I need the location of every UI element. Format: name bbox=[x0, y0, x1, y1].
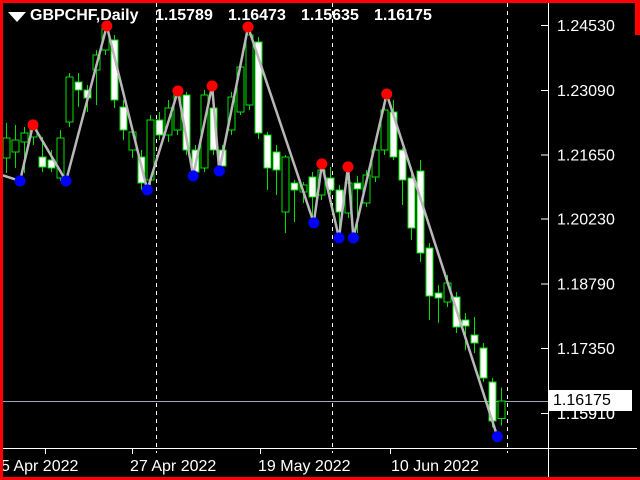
swing-low-dot bbox=[141, 184, 153, 196]
bull-candle-body bbox=[497, 400, 506, 419]
bear-candle-body bbox=[308, 176, 317, 198]
swing-low-dot bbox=[187, 170, 199, 182]
chart-window: 1.24530 1.23090 1.21650 1.20230 1.18790 1.173… bbox=[0, 0, 640, 480]
y-tick-label: 1.24530 bbox=[557, 18, 615, 35]
bear-candle-body bbox=[263, 134, 272, 169]
bear-candle-body bbox=[272, 151, 281, 171]
bull-candle-body bbox=[65, 76, 74, 123]
x-tick-label: 19 May 2022 bbox=[258, 458, 351, 475]
price-chart-canvas[interactable]: 1.24530 1.23090 1.21650 1.20230 1.18790 1.173… bbox=[0, 0, 640, 480]
bear-candle-body bbox=[461, 319, 470, 327]
border-right-top bbox=[635, 0, 640, 35]
swing-high-dot bbox=[172, 85, 184, 97]
ohlc-open-value: 1.15789 bbox=[155, 7, 213, 24]
y-tick-label: 1.20230 bbox=[557, 212, 615, 229]
bear-candle-body bbox=[416, 170, 425, 254]
y-axis-labels: 1.24530 1.23090 1.21650 1.20230 1.18790 1.173… bbox=[541, 18, 615, 423]
bear-candle-body bbox=[74, 81, 83, 91]
swing-high-dot bbox=[316, 158, 328, 170]
bear-candle-body bbox=[479, 347, 488, 379]
bear-candle-body bbox=[470, 334, 479, 344]
y-tick-label: 1.21650 bbox=[557, 148, 615, 165]
swing-low-dot bbox=[60, 175, 72, 187]
x-tick-label: 10 Jun 2022 bbox=[391, 458, 479, 475]
x-tick-label: 27 Apr 2022 bbox=[130, 458, 216, 475]
bull-candle-body bbox=[281, 156, 290, 213]
swing-high-dot bbox=[27, 119, 39, 131]
border-top bbox=[0, 0, 640, 3]
y-tick-label: 1.23090 bbox=[557, 83, 615, 100]
bull-candle-body bbox=[20, 132, 29, 143]
bull-candle-body bbox=[245, 34, 254, 106]
symbol-timeframe-label: GBPCHF,Daily bbox=[30, 7, 139, 24]
bear-candle-body bbox=[425, 247, 434, 297]
bear-candle-body bbox=[407, 177, 416, 229]
bear-candle-body bbox=[119, 106, 128, 131]
bear-candle-body bbox=[434, 292, 443, 299]
ohlc-high-value: 1.16473 bbox=[228, 7, 286, 24]
swing-high-dot bbox=[342, 161, 354, 173]
swing-high-dot bbox=[206, 80, 218, 92]
ohlc-low-value: 1.15635 bbox=[301, 7, 359, 24]
bull-candle-body bbox=[2, 137, 11, 159]
swing-low-dot bbox=[213, 165, 225, 177]
swing-low-dot bbox=[491, 431, 503, 443]
chart-dropdown-icon[interactable] bbox=[8, 12, 26, 22]
period-separators bbox=[156, 3, 508, 453]
ohlc-close-value: 1.16175 bbox=[374, 7, 432, 24]
x-axis-labels: 5 Apr 2022 27 Apr 2022 19 May 2022 10 Jun 2… bbox=[1, 448, 479, 475]
swing-high-dot bbox=[381, 88, 393, 100]
swing-low-dot bbox=[347, 232, 359, 244]
swing-low-dot bbox=[14, 175, 26, 187]
bear-candle-body bbox=[353, 182, 362, 190]
swing-low-dot bbox=[333, 232, 345, 244]
swing-low-dot bbox=[308, 217, 320, 229]
bull-candle-body bbox=[11, 139, 20, 153]
x-tick-label: 5 Apr 2022 bbox=[1, 458, 79, 475]
bear-candle-body bbox=[155, 119, 164, 136]
current-price-box: 1.16175 bbox=[549, 390, 632, 411]
y-tick-label: 1.17350 bbox=[557, 341, 615, 358]
y-tick-label: 1.18790 bbox=[557, 276, 615, 293]
bear-candle-body bbox=[290, 182, 299, 191]
bear-candle-body bbox=[38, 156, 47, 168]
border-left bbox=[0, 0, 3, 480]
